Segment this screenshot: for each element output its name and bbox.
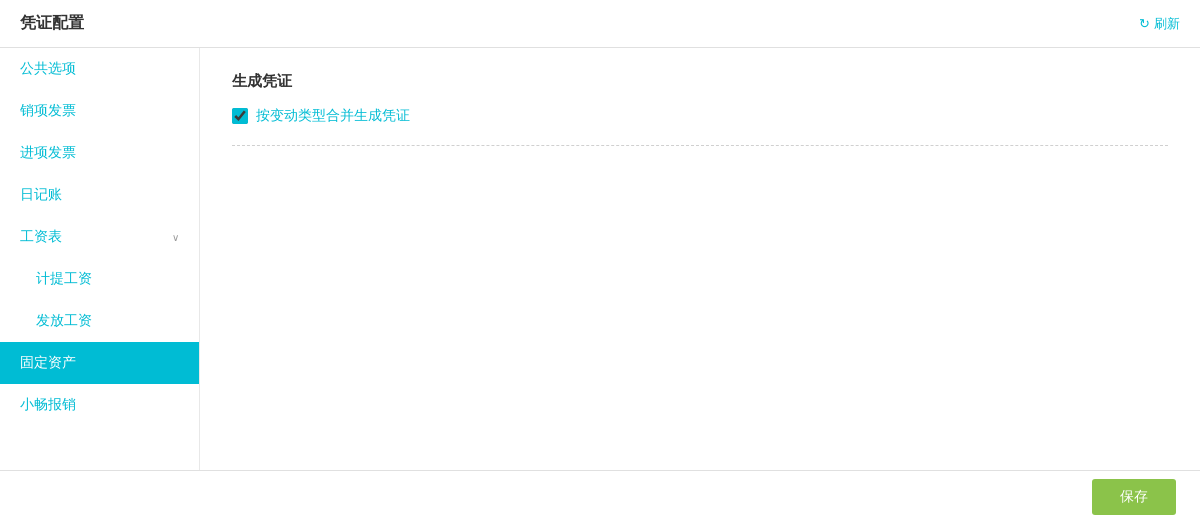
sidebar: 公共选项销项发票进项发票日记账工资表 ∨ 计提工资发放工资固定资产小畅报销 — [0, 48, 200, 470]
merge-by-type-checkbox[interactable] — [232, 108, 248, 124]
main-layout: 公共选项销项发票进项发票日记账工资表 ∨ 计提工资发放工资固定资产小畅报销 生成凭证… — [0, 48, 1200, 470]
refresh-icon: ↻ — [1139, 16, 1150, 31]
sidebar-item-fixed-assets[interactable]: 固定资产 — [0, 342, 199, 384]
sidebar-item-label: 公共选项 — [20, 60, 76, 78]
sidebar-item-label: 工资表 — [20, 228, 62, 246]
section-divider — [232, 145, 1168, 146]
sidebar-item-journal[interactable]: 日记账 — [0, 174, 199, 216]
refresh-button[interactable]: ↻ 刷新 — [1139, 15, 1180, 33]
sidebar-item-label: 小畅报销 — [20, 396, 76, 414]
sidebar-item-public-options[interactable]: 公共选项 — [0, 48, 199, 90]
chevron-down-icon: ∨ — [172, 232, 179, 243]
footer: 保存 — [0, 470, 1200, 522]
refresh-label: 刷新 — [1154, 15, 1180, 33]
sidebar-item-label: 计提工资 — [36, 270, 92, 288]
sidebar-item-purchase-invoice[interactable]: 进项发票 — [0, 132, 199, 174]
checkbox-row: 按变动类型合并生成凭证 — [232, 107, 1168, 125]
sidebar-item-pay-salary[interactable]: 发放工资 — [0, 300, 199, 342]
sidebar-item-label: 销项发票 — [20, 102, 76, 120]
header: 凭证配置 ↻ 刷新 — [0, 0, 1200, 48]
sidebar-item-label: 日记账 — [20, 186, 62, 204]
sidebar-item-sales-invoice[interactable]: 销项发票 — [0, 90, 199, 132]
merge-by-type-label[interactable]: 按变动类型合并生成凭证 — [256, 107, 410, 125]
main-content: 生成凭证 按变动类型合并生成凭证 — [200, 48, 1200, 470]
page-title: 凭证配置 — [20, 13, 84, 34]
sidebar-item-calc-salary[interactable]: 计提工资 — [0, 258, 199, 300]
sidebar-item-label: 进项发票 — [20, 144, 76, 162]
sidebar-item-label: 固定资产 — [20, 354, 76, 372]
sidebar-item-petty-expense[interactable]: 小畅报销 — [0, 384, 199, 426]
section-title: 生成凭证 — [232, 72, 1168, 91]
sidebar-item-label: 发放工资 — [36, 312, 92, 330]
sidebar-item-payroll-table[interactable]: 工资表 ∨ — [0, 216, 199, 258]
save-button[interactable]: 保存 — [1092, 479, 1176, 515]
